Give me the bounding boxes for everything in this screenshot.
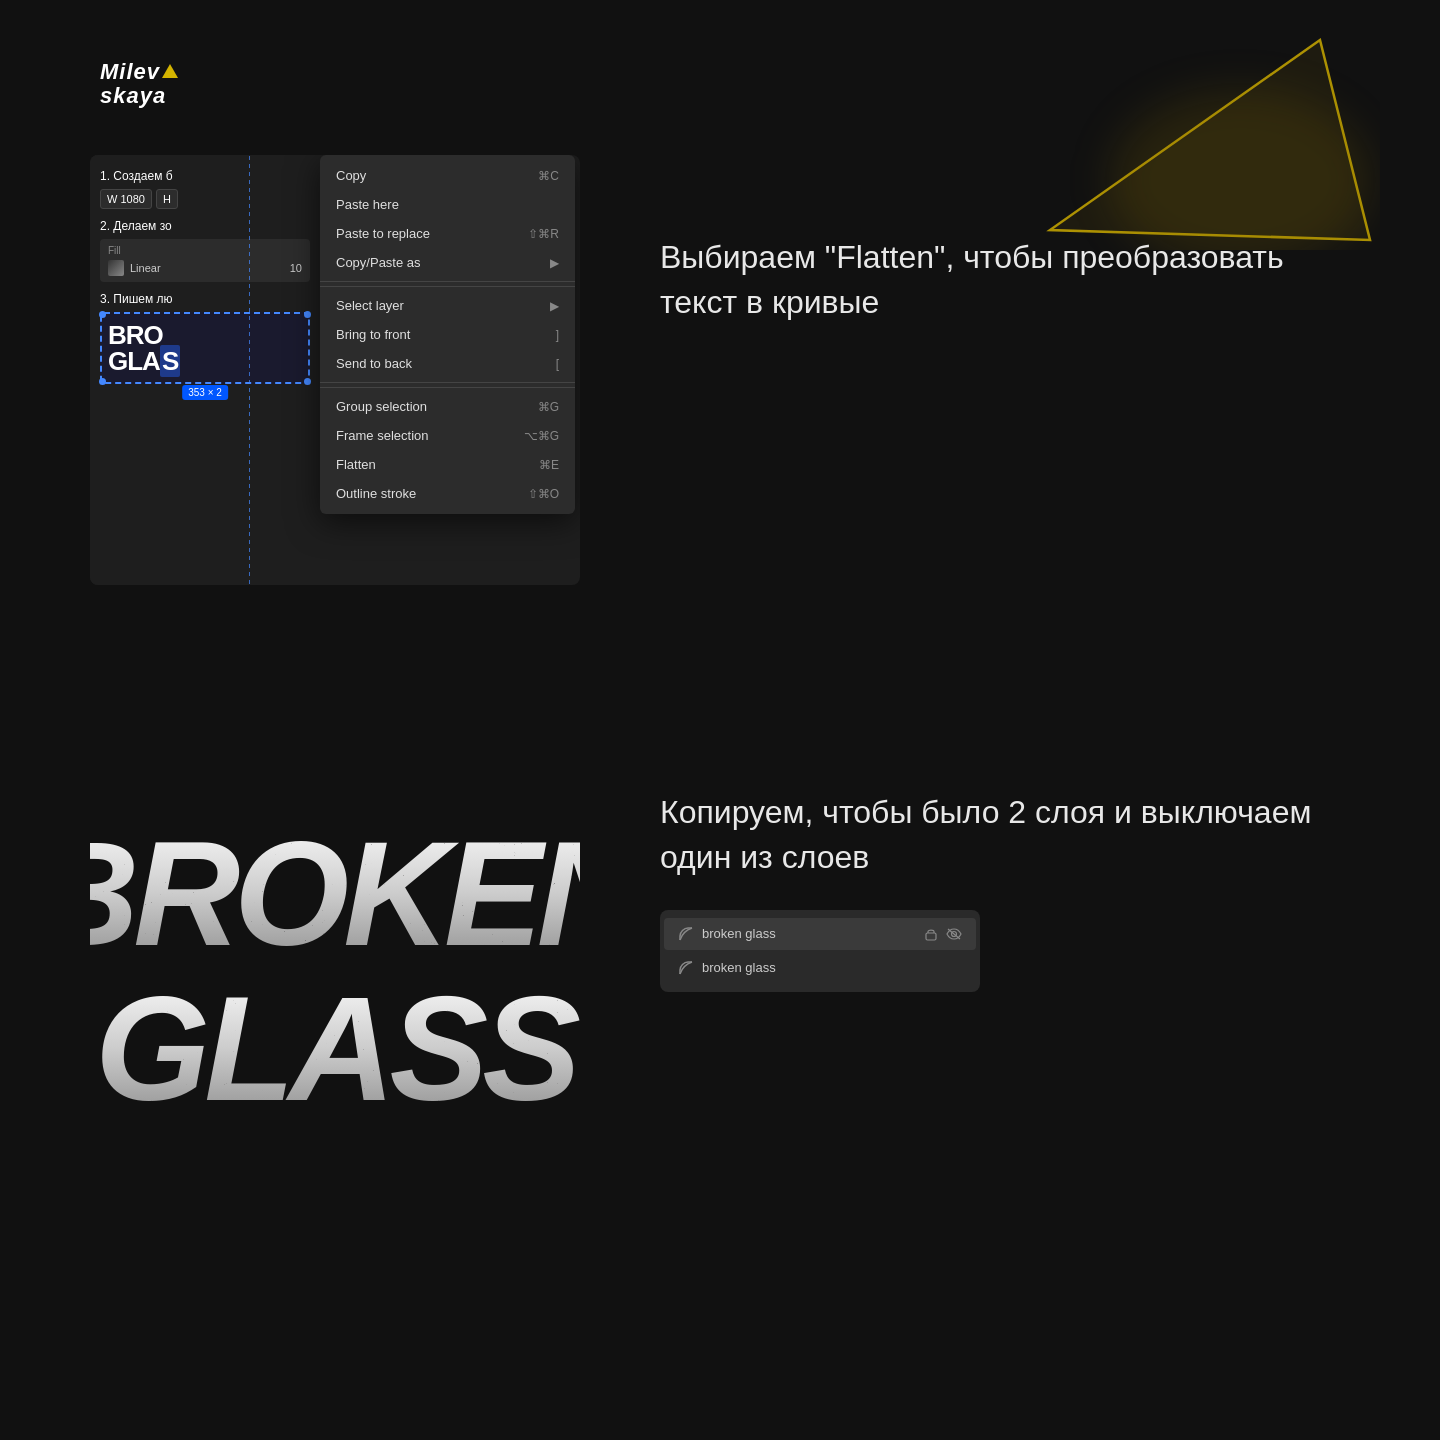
top-description-text: Выбираем "Flatten", чтобы преобразовать … — [660, 235, 1350, 325]
layer-controls-0 — [924, 927, 962, 941]
menu-outline-shortcut: ⇧⌘O — [528, 487, 559, 501]
bottom-right-area: Копируем, чтобы было 2 слоя и выключаем … — [660, 750, 1350, 992]
menu-item-send-back[interactable]: Send to back [ — [320, 349, 575, 383]
svg-text:BROKEN: BROKEN — [90, 811, 580, 976]
layer-item-1[interactable]: broken glass — [664, 952, 976, 984]
menu-outline-label: Outline stroke — [336, 486, 416, 501]
menu-item-flatten[interactable]: Flatten ⌘E — [320, 450, 575, 479]
bottom-section: BROKEN GLASS Копируем, чтобы было 2 слоя… — [90, 750, 1350, 1310]
menu-paste-here-label: Paste here — [336, 197, 399, 212]
menu-copy-label: Copy — [336, 168, 366, 183]
menu-item-paste-replace[interactable]: Paste to replace ⇧⌘R — [320, 219, 575, 248]
preview-line1: BRO — [108, 322, 163, 348]
top-section: 1. Создаем б W 1080 H 2. Делаем зо Fill … — [90, 155, 1350, 585]
fill-swatch — [108, 260, 124, 276]
svg-text:GLASS: GLASS — [95, 966, 580, 1131]
logo: Milev skaya — [100, 60, 178, 108]
layer-lock-icon-0[interactable] — [924, 927, 938, 941]
height-box: H — [156, 189, 178, 209]
menu-copy-shortcut: ⌘C — [538, 169, 559, 183]
selection-size-badge: 353 × 2 — [182, 385, 228, 400]
menu-item-bring-front[interactable]: Bring to front ] — [320, 320, 575, 349]
layers-panel: broken glass — [660, 910, 980, 992]
screenshot-left-panel: 1. Создаем б W 1080 H 2. Делаем зо Fill … — [90, 155, 320, 585]
layer-curve-icon-1 — [678, 960, 694, 976]
menu-item-outline-stroke[interactable]: Outline stroke ⇧⌘O — [320, 479, 575, 508]
broken-glass-visual: BROKEN GLASS — [90, 750, 580, 1310]
menu-copy-paste-as-arrow: ▶ — [550, 256, 559, 270]
menu-select-layer-label: Select layer — [336, 298, 404, 313]
menu-flatten-label: Flatten — [336, 457, 376, 472]
menu-frame-label: Frame selection — [336, 428, 428, 443]
menu-select-layer-arrow: ▶ — [550, 299, 559, 313]
dimension-row: W 1080 H — [100, 189, 310, 209]
figma-screenshot: 1. Создаем б W 1080 H 2. Делаем зо Fill … — [90, 155, 580, 585]
ruler-line-vertical — [249, 156, 250, 588]
logo-line2: skaya — [100, 84, 178, 108]
menu-paste-replace-shortcut: ⇧⌘R — [528, 227, 559, 241]
step1-label: 1. Создаем б — [100, 169, 310, 183]
menu-item-select-layer[interactable]: Select layer ▶ — [320, 286, 575, 320]
layer-visibility-icon-0[interactable] — [946, 928, 962, 940]
menu-paste-replace-label: Paste to replace — [336, 226, 430, 241]
menu-item-paste-here[interactable]: Paste here — [320, 190, 575, 219]
layer-name-0: broken glass — [702, 926, 916, 941]
menu-item-frame-selection[interactable]: Frame selection ⌥⌘G — [320, 421, 575, 450]
layer-item-0[interactable]: broken glass — [664, 918, 976, 950]
fill-row: Linear 10 — [108, 260, 302, 276]
menu-flatten-shortcut: ⌘E — [539, 458, 559, 472]
step3-label: 3. Пишем лю — [100, 292, 310, 306]
fill-label-text: Fill — [108, 245, 302, 256]
layer-curve-icon-0 — [678, 926, 694, 942]
menu-frame-shortcut: ⌥⌘G — [524, 429, 559, 443]
logo-triangle-icon — [162, 64, 178, 78]
menu-item-group-selection[interactable]: Group selection ⌘G — [320, 387, 575, 421]
fill-section: Fill Linear 10 — [100, 239, 310, 282]
menu-send-back-shortcut: [ — [556, 357, 559, 371]
fill-type: Linear — [130, 262, 161, 274]
broken-glass-text: BROKEN GLASS — [90, 750, 580, 1310]
menu-item-copy[interactable]: Copy ⌘C — [320, 161, 575, 190]
fill-opacity: 10 — [290, 262, 302, 274]
menu-copy-paste-as-label: Copy/Paste as — [336, 255, 421, 270]
menu-bring-front-label: Bring to front — [336, 327, 410, 342]
context-menu: Copy ⌘C Paste here Paste to replace ⇧⌘R … — [320, 155, 575, 514]
top-right-description: Выбираем "Flatten", чтобы преобразовать … — [660, 155, 1350, 325]
step2-label: 2. Делаем зо — [100, 219, 310, 233]
bottom-description-text: Копируем, чтобы было 2 слоя и выключаем … — [660, 790, 1350, 880]
width-box: W 1080 — [100, 189, 152, 209]
menu-group-shortcut: ⌘G — [538, 400, 559, 414]
svg-rect-5 — [926, 933, 936, 940]
layer-name-1: broken glass — [702, 960, 962, 975]
broken-glass-svg: BROKEN GLASS — [90, 790, 580, 1310]
menu-bring-front-shortcut: ] — [556, 328, 559, 342]
text-preview-area: BRO GLAS 353 × 2 — [100, 312, 310, 384]
logo-line1: Milev — [100, 60, 178, 84]
menu-group-label: Group selection — [336, 399, 427, 414]
preview-line2: GLAS — [108, 348, 180, 374]
menu-item-copy-paste-as[interactable]: Copy/Paste as ▶ — [320, 248, 575, 282]
menu-send-back-label: Send to back — [336, 356, 412, 371]
